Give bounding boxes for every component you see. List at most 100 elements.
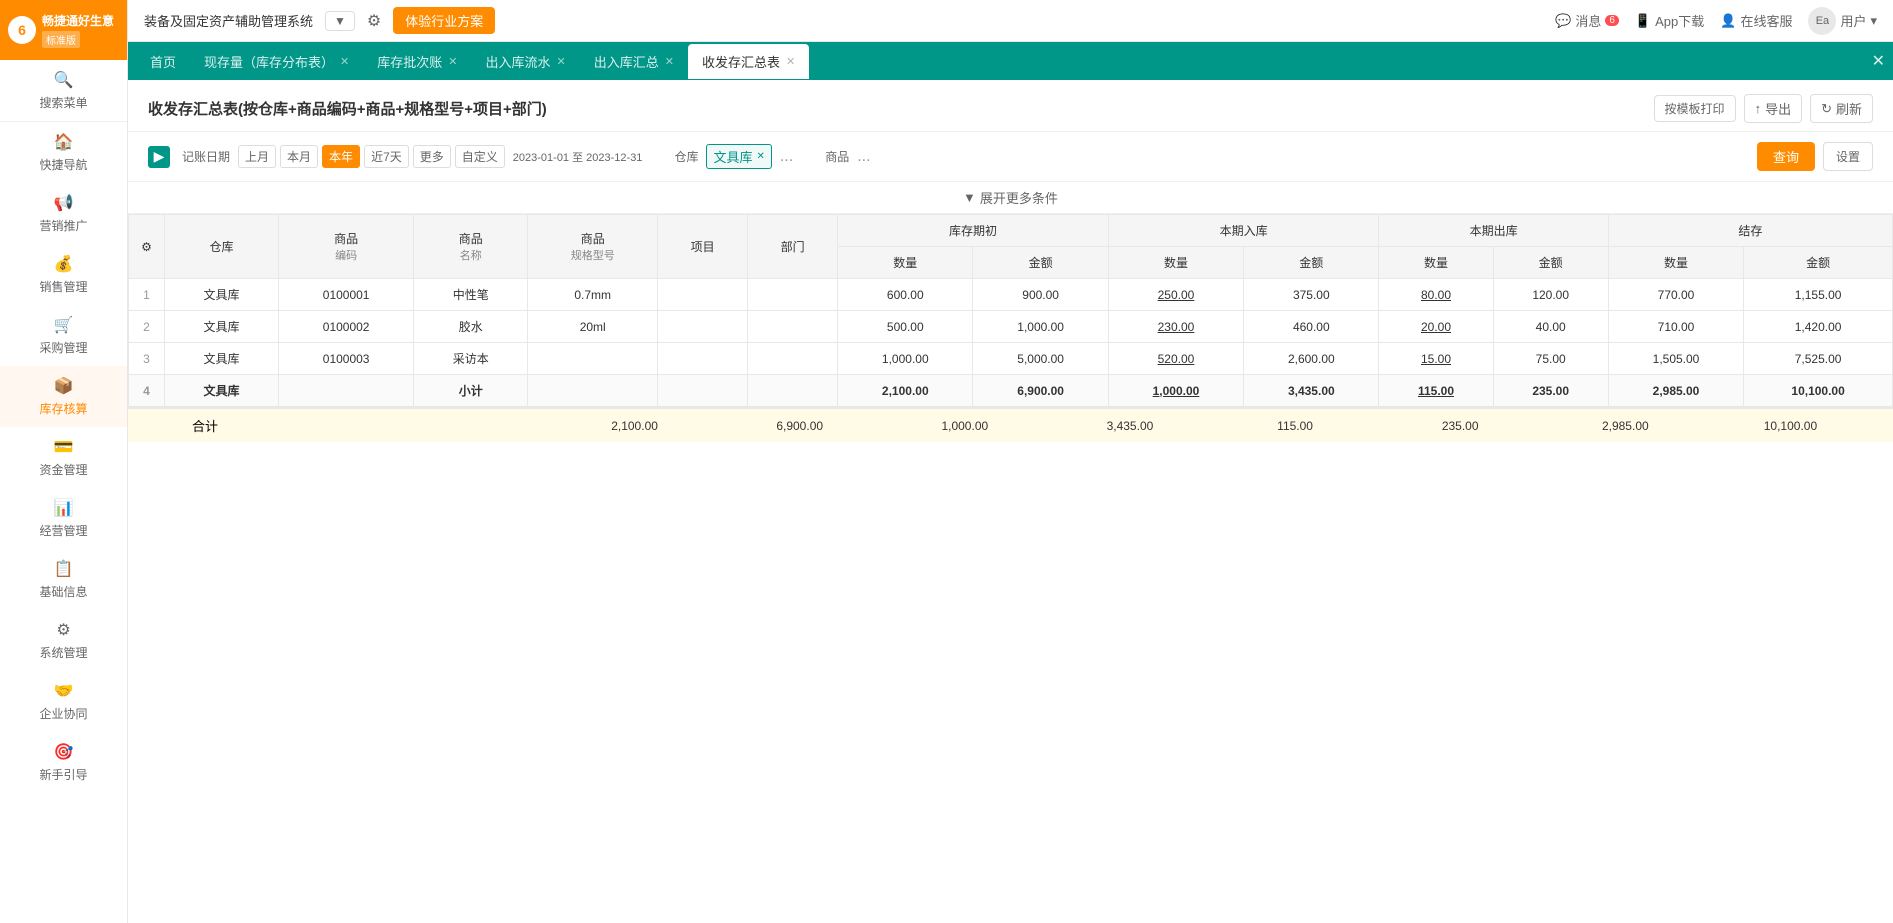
expand-icon: ▼ — [963, 190, 976, 205]
page-header: 收发存汇总表(按仓库+商品编码+商品+规格型号+项目+部门) 按模板打印 ↑ 导… — [128, 80, 1893, 132]
row-out-amt: 235.00 — [1493, 375, 1608, 407]
warehouse-tag-close[interactable]: ✕ — [756, 151, 764, 162]
sidebar-item-finance[interactable]: 💳 资金管理 — [0, 427, 127, 488]
tab-inout-flow[interactable]: 出入库流水 ✕ — [471, 44, 579, 79]
tab-close-inout[interactable]: ✕ — [665, 55, 674, 68]
close-all-tabs[interactable]: ✕ — [1872, 51, 1885, 71]
col-name-header: 商品名称 — [414, 215, 528, 279]
footer-label: 合计 — [192, 416, 252, 435]
tab-home[interactable]: 首页 — [136, 44, 190, 79]
sidebar-item-search[interactable]: 🔍 搜索菜单 — [0, 60, 127, 122]
refresh-icon: ↻ — [1821, 101, 1832, 117]
warehouse-section: 仓库 文具库 ✕ ... — [674, 144, 793, 169]
sidebar-item-marketing[interactable]: 📢 营销推广 — [0, 183, 127, 244]
refresh-button[interactable]: ↻ 刷新 — [1810, 94, 1873, 123]
topbar: 装备及固定资产辅助管理系统 ▼ ⚙ 体验行业方案 💬 消息 6 📱 App下载 … — [128, 0, 1893, 42]
date-filter-section: 记账日期 上月 本月 本年 近7天 更多 自定义 2023-01-01 至 20… — [182, 145, 642, 168]
row-wh: 文具库 — [165, 279, 279, 311]
row-out-qty[interactable]: 115.00 — [1379, 375, 1493, 407]
expand-row: ▼ 展开更多条件 — [128, 182, 1893, 214]
warehouse-tag[interactable]: 文具库 ✕ — [706, 144, 771, 169]
row-dept — [748, 311, 838, 343]
sys-selector[interactable]: ▼ — [325, 11, 355, 31]
goods-section: 商品 ... — [825, 148, 870, 166]
warehouse-label: 仓库 — [674, 148, 698, 165]
row-name: 中性笔 — [414, 279, 528, 311]
row-opening-amt: 1,000.00 — [973, 311, 1108, 343]
export-button[interactable]: ↑ 导出 — [1744, 94, 1803, 123]
warehouse-more[interactable]: ... — [780, 148, 793, 166]
purchase-icon: 🛒 — [54, 315, 74, 335]
row-opening-qty: 2,100.00 — [838, 375, 973, 407]
row-out-qty[interactable]: 15.00 — [1379, 343, 1493, 375]
message-icon: 💬 — [1555, 13, 1571, 29]
row-wh: 文具库 — [165, 343, 279, 375]
settings-gear[interactable]: ⚙ — [367, 11, 381, 31]
row-in-qty[interactable]: 230.00 — [1108, 311, 1243, 343]
sidebar-item-sales[interactable]: 💰 销售管理 — [0, 244, 127, 305]
tab-stock[interactable]: 现存量（库存分布表） ✕ — [190, 44, 363, 79]
col-project-header: 项目 — [658, 215, 748, 279]
row-out-qty[interactable]: 20.00 — [1379, 311, 1493, 343]
row-num: 3 — [129, 343, 165, 375]
finance-icon: 💳 — [54, 437, 74, 457]
sidebar: 6 畅捷通好生意 标准版 🔍 搜索菜单 🏠 快捷导航 📢 营销推广 💰 销售管理… — [0, 0, 128, 923]
goods-more[interactable]: ... — [857, 148, 870, 166]
expand-button[interactable]: ▼ 展开更多条件 — [963, 188, 1058, 207]
row-out-amt: 75.00 — [1493, 343, 1608, 375]
tab-close-stock[interactable]: ✕ — [340, 55, 349, 68]
trial-button[interactable]: 体验行业方案 — [393, 7, 495, 34]
tab-batch[interactable]: 库存批次账 ✕ — [363, 44, 471, 79]
message-action[interactable]: 💬 消息 6 — [1555, 11, 1619, 30]
service-action[interactable]: 👤 在线客服 — [1720, 11, 1792, 30]
date-btn-more[interactable]: 更多 — [413, 145, 451, 168]
marketing-icon: 📢 — [54, 193, 74, 213]
row-code: 0100001 — [278, 279, 413, 311]
col-in-qty-header: 数量 — [1108, 247, 1243, 279]
sidebar-item-system[interactable]: ⚙ 系统管理 — [0, 610, 127, 671]
footer-out-qty: 115.00 — [1213, 419, 1378, 433]
row-num: 4 — [129, 375, 165, 407]
sidebar-item-new-guide[interactable]: 🎯 新手引导 — [0, 732, 127, 793]
row-dept — [748, 279, 838, 311]
row-out-qty[interactable]: 80.00 — [1379, 279, 1493, 311]
row-name: 采访本 — [414, 343, 528, 375]
tab-close-flow[interactable]: ✕ — [557, 55, 566, 68]
date-btn-7days[interactable]: 近7天 — [364, 145, 409, 168]
tab-close-batch[interactable]: ✕ — [448, 55, 457, 68]
query-button[interactable]: 查询 — [1757, 142, 1815, 171]
tab-inout-summary[interactable]: 出入库汇总 ✕ — [580, 44, 688, 79]
sidebar-item-quick-nav[interactable]: 🏠 快捷导航 — [0, 122, 127, 183]
top-actions: 💬 消息 6 📱 App下载 👤 在线客服 Ea 用户 ▾ — [1555, 7, 1877, 35]
app-download-action[interactable]: 📱 App下载 — [1635, 11, 1704, 30]
print-button[interactable]: 按模板打印 — [1654, 95, 1736, 122]
sidebar-item-basic-info[interactable]: 📋 基础信息 — [0, 549, 127, 610]
tab-recv-send[interactable]: 收发存汇总表 ✕ — [688, 44, 809, 79]
sidebar-item-purchase[interactable]: 🛒 采购管理 — [0, 305, 127, 366]
row-in-qty[interactable]: 520.00 — [1108, 343, 1243, 375]
app-icon: 📱 — [1635, 13, 1651, 29]
row-wh: 文具库 — [165, 311, 279, 343]
date-btn-this-month[interactable]: 本月 — [280, 145, 318, 168]
sidebar-item-operations[interactable]: 📊 经营管理 — [0, 488, 127, 549]
date-btn-this-year[interactable]: 本年 — [322, 145, 360, 168]
row-spec — [528, 343, 658, 375]
tab-close-recv[interactable]: ✕ — [786, 55, 795, 68]
row-opening-amt: 6,900.00 — [973, 375, 1108, 407]
row-out-amt: 40.00 — [1493, 311, 1608, 343]
settings-button[interactable]: 设置 — [1823, 142, 1873, 171]
date-btn-custom[interactable]: 自定义 — [455, 145, 505, 168]
row-in-qty[interactable]: 1,000.00 — [1108, 375, 1243, 407]
sidebar-item-enterprise[interactable]: 🤝 企业协同 — [0, 671, 127, 732]
row-spec — [528, 375, 658, 407]
filter-toggle[interactable]: ▶ — [148, 146, 170, 168]
user-action[interactable]: Ea 用户 ▾ — [1808, 7, 1877, 35]
sidebar-item-inventory[interactable]: 📦 库存核算 — [0, 366, 127, 427]
date-btn-prev-month[interactable]: 上月 — [238, 145, 276, 168]
row-code: 0100003 — [278, 343, 413, 375]
col-settings-header[interactable]: ⚙ — [129, 215, 165, 279]
row-in-qty[interactable]: 250.00 — [1108, 279, 1243, 311]
row-opening-qty: 600.00 — [838, 279, 973, 311]
table-row: 2文具库0100002胶水20ml500.001,000.00230.00460… — [129, 311, 1893, 343]
tabbar: 首页 现存量（库存分布表） ✕ 库存批次账 ✕ 出入库流水 ✕ 出入库汇总 ✕ … — [128, 42, 1893, 80]
